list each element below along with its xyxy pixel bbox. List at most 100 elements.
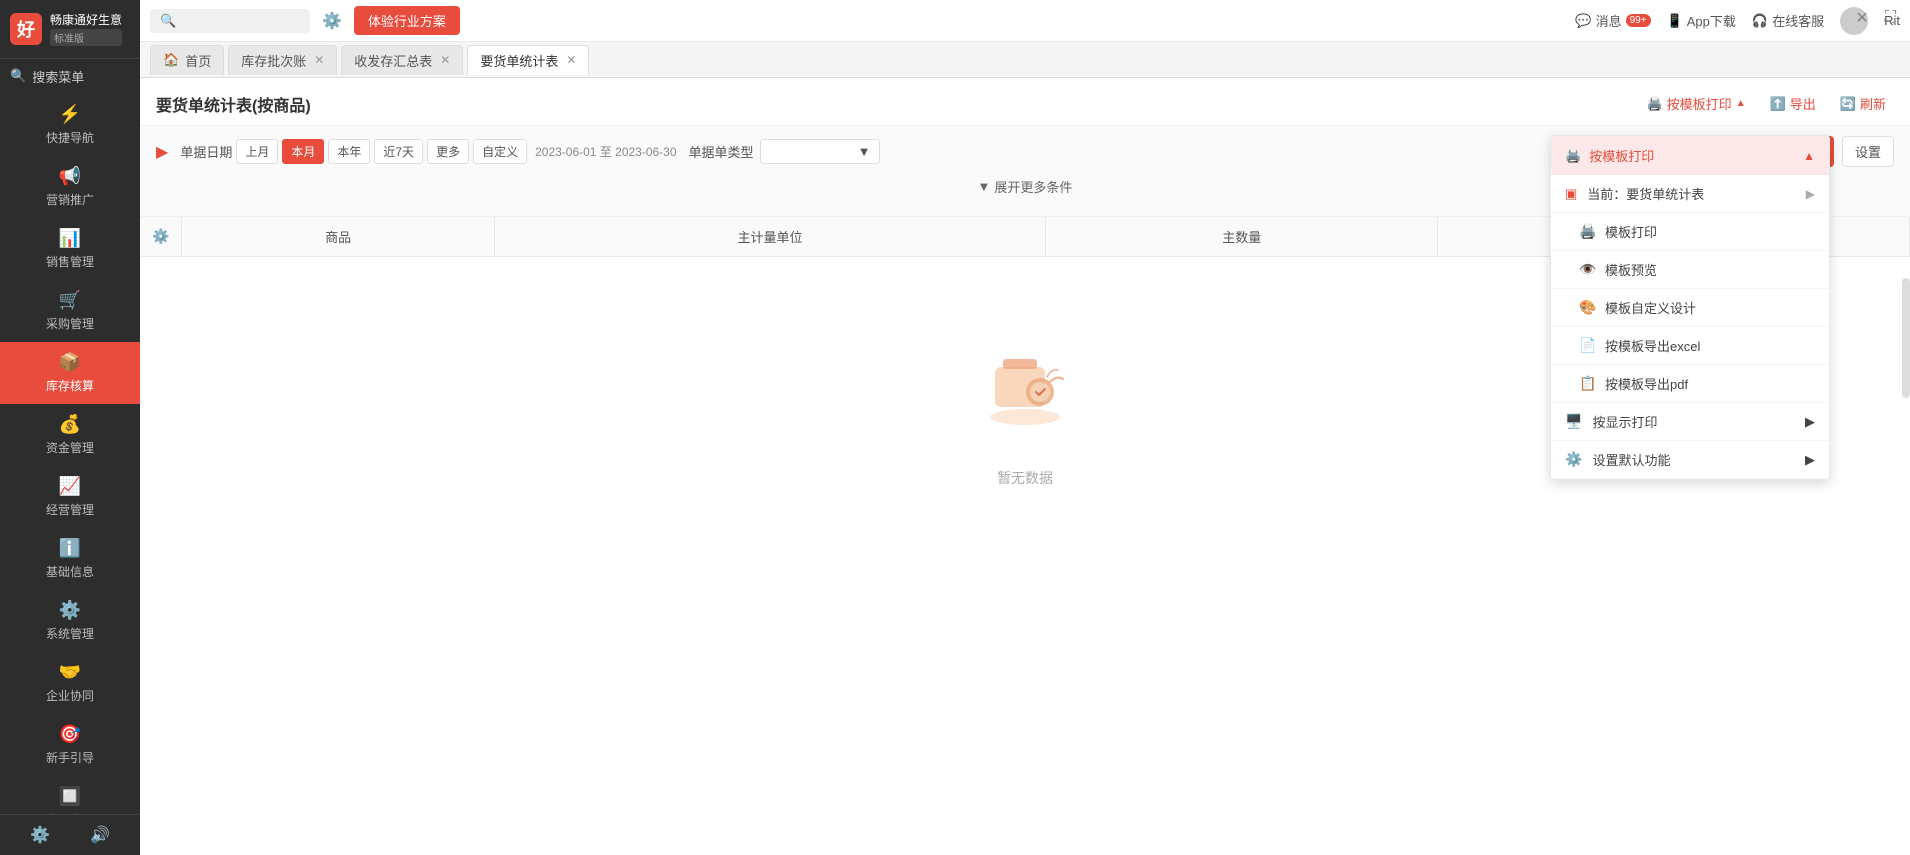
- dropdown-current-template[interactable]: ▣ 当前：要货单统计表 ▶: [1551, 175, 1829, 213]
- sidebar-item-label: 资金管理: [46, 439, 94, 456]
- topbar-settings-icon[interactable]: ⚙️: [318, 7, 346, 35]
- app-name: 畅康通好生意: [50, 12, 122, 29]
- refresh-btn[interactable]: 🔄 刷新: [1832, 90, 1894, 117]
- basic-info-icon: ℹ️: [59, 538, 81, 559]
- printer-icon: 🖨️: [1646, 96, 1662, 112]
- sidebar-item-sales[interactable]: 📊 销售管理: [0, 218, 140, 280]
- headset-icon: 🎧: [1752, 13, 1768, 29]
- col-settings[interactable]: ⚙️: [140, 217, 182, 257]
- dropdown-template-design[interactable]: 🎨 模板自定义设计: [1551, 289, 1829, 327]
- dropdown-template-preview[interactable]: 👁️ 模板预览: [1551, 251, 1829, 289]
- inventory-icon: 📦: [59, 352, 81, 373]
- system-icon: ⚙️: [59, 600, 81, 621]
- dropdown-export-excel[interactable]: 📄 按模板导出excel: [1551, 327, 1829, 365]
- dropdown-title: 按模板打印: [1589, 146, 1654, 165]
- shortcuts-icon: ⚡: [59, 104, 81, 125]
- date-btn-this-month[interactable]: 本月: [282, 139, 324, 164]
- col-product: 商品: [182, 217, 494, 257]
- export-icon: ⬆️: [1770, 96, 1786, 112]
- date-btn-custom[interactable]: 自定义: [473, 139, 527, 164]
- default-function-icon: ⚙️: [1565, 451, 1582, 468]
- expand-label: 展开更多条件: [994, 177, 1072, 196]
- sidebar-item-inventory[interactable]: 📦 库存核算: [0, 342, 140, 404]
- window-close-icon[interactable]: ✕: [1851, 4, 1872, 32]
- export-btn[interactable]: ⬆️ 导出: [1762, 90, 1824, 117]
- type-filter-label: 单据单类型: [689, 142, 754, 161]
- sidebar-item-label: 经营管理: [46, 501, 94, 518]
- sidebar: 好 畅康通好生意 标准版 🔍 搜索菜单 ⚡ 快捷导航 📢 营销推广 📊 销售管理…: [0, 0, 140, 855]
- speaker-icon[interactable]: 🔊: [90, 825, 110, 845]
- expand-conditions-btn[interactable]: ▼ 展开更多条件: [966, 171, 1085, 202]
- display-print-label: 按显示打印: [1592, 412, 1657, 431]
- date-btn-more[interactable]: 更多: [427, 139, 469, 164]
- export-label: 导出: [1790, 94, 1816, 113]
- dropdown-default-function[interactable]: ⚙️ 设置默认功能 ▶: [1551, 441, 1829, 479]
- dropdown-export-pdf[interactable]: 📋 按模板导出pdf: [1551, 365, 1829, 403]
- dropdown-template-print[interactable]: 🖨️ 模板打印: [1551, 213, 1829, 251]
- window-controls: ✕ ⛶: [1851, 0, 1900, 36]
- trial-btn[interactable]: 体验行业方案: [354, 6, 460, 35]
- sidebar-item-shortcuts[interactable]: ⚡ 快捷导航: [0, 94, 140, 156]
- sidebar-item-app-center[interactable]: 🔲 应用中心: [0, 776, 140, 814]
- page-title: 要货单统计表(按商品): [156, 92, 311, 116]
- sidebar-bottom: ⚙️ 🔊: [0, 814, 140, 855]
- window-expand-icon[interactable]: ⛶: [1881, 5, 1900, 31]
- sidebar-search-label: 搜索菜单: [32, 67, 84, 86]
- sidebar-item-operations[interactable]: 📈 经营管理: [0, 466, 140, 528]
- close-tab-receive-summary[interactable]: ✕: [440, 53, 450, 67]
- page-header: 要货单统计表(按商品) 🖨️ 按模板打印 ▲ ⬆️ 导出 🔄 刷新: [140, 78, 1910, 126]
- guide-icon: 🎯: [59, 724, 81, 745]
- filter-settings-btn[interactable]: 设置: [1842, 136, 1894, 167]
- dropdown-printer-icon: 🖨️: [1565, 148, 1581, 164]
- sidebar-item-finance[interactable]: 💰 资金管理: [0, 404, 140, 466]
- date-btn-7days[interactable]: 近7天: [374, 139, 423, 164]
- date-btn-this-year[interactable]: 本年: [328, 139, 370, 164]
- date-btn-last-month[interactable]: 上月: [236, 139, 278, 164]
- page-scrollbar[interactable]: [1902, 278, 1910, 398]
- tab-inventory-batch[interactable]: 库存批次账 ✕: [228, 45, 337, 75]
- sidebar-search[interactable]: 🔍 搜索菜单: [0, 59, 140, 94]
- messages-label: 消息: [1596, 11, 1622, 30]
- finance-icon: 💰: [59, 414, 81, 435]
- type-filter-select[interactable]: ▼: [760, 139, 880, 164]
- settings-gear-icon[interactable]: ⚙️: [30, 825, 50, 845]
- sidebar-item-guide[interactable]: 🎯 新手引导: [0, 714, 140, 776]
- tab-order-stats-label: 要货单统计表: [480, 51, 558, 70]
- close-tab-inventory-batch[interactable]: ✕: [314, 53, 324, 67]
- search-topbar-icon: 🔍: [160, 13, 176, 29]
- table-gear-icon[interactable]: ⚙️: [152, 228, 169, 244]
- sidebar-item-label: 企业协同: [46, 687, 94, 704]
- sidebar-item-marketing[interactable]: 📢 营销推广: [0, 156, 140, 218]
- default-function-arrow: ▶: [1805, 452, 1815, 468]
- messages-item[interactable]: 💬 消息 99+: [1575, 11, 1650, 30]
- dropdown-display-print[interactable]: 🖥️ 按显示打印 ▶: [1551, 403, 1829, 441]
- page-area: 要货单统计表(按商品) 🖨️ 按模板打印 ▲ ⬆️ 导出 🔄 刷新: [140, 78, 1910, 855]
- tab-receive-summary[interactable]: 收发存汇总表 ✕: [341, 45, 463, 75]
- sidebar-item-enterprise[interactable]: 🤝 企业协同: [0, 652, 140, 714]
- refresh-label: 刷新: [1860, 94, 1886, 113]
- operations-icon: 📈: [59, 476, 81, 497]
- app-download-item[interactable]: 📱 App下载: [1667, 11, 1736, 30]
- sidebar-item-system[interactable]: ⚙️ 系统管理: [0, 590, 140, 652]
- filter-type: 单据单类型 ▼: [689, 139, 880, 164]
- filter-toggle-icon[interactable]: ▶: [156, 142, 168, 162]
- search-input[interactable]: [182, 14, 282, 28]
- print-template-btn[interactable]: 🖨️ 按模板打印 ▲: [1638, 90, 1753, 117]
- dropdown-header[interactable]: 🖨️ 按模板打印 ▲: [1551, 136, 1829, 175]
- dropdown-close-chevron[interactable]: ▲: [1803, 149, 1815, 163]
- search-icon: 🔍: [10, 68, 26, 84]
- tab-order-stats[interactable]: 要货单统计表 ✕: [467, 45, 589, 75]
- close-tab-order-stats[interactable]: ✕: [566, 53, 576, 67]
- tab-home[interactable]: 🏠 首页: [150, 45, 224, 75]
- print-chevron-icon: ▲: [1736, 98, 1746, 109]
- col-quantity: 主数量: [1046, 217, 1438, 257]
- sidebar-item-purchase[interactable]: 🛒 采购管理: [0, 280, 140, 342]
- template-preview-icon: 👁️: [1579, 261, 1595, 278]
- sidebar-item-basic-info[interactable]: ℹ️ 基础信息: [0, 528, 140, 590]
- online-service-item[interactable]: 🎧 在线客服: [1752, 11, 1824, 30]
- current-template-arrow: ▶: [1806, 187, 1815, 201]
- topbar-search-box[interactable]: 🔍: [150, 9, 310, 33]
- marketing-icon: 📢: [59, 166, 81, 187]
- dropdown-arrow-icon: ▼: [858, 144, 871, 159]
- sidebar-item-label: 新手引导: [46, 749, 94, 766]
